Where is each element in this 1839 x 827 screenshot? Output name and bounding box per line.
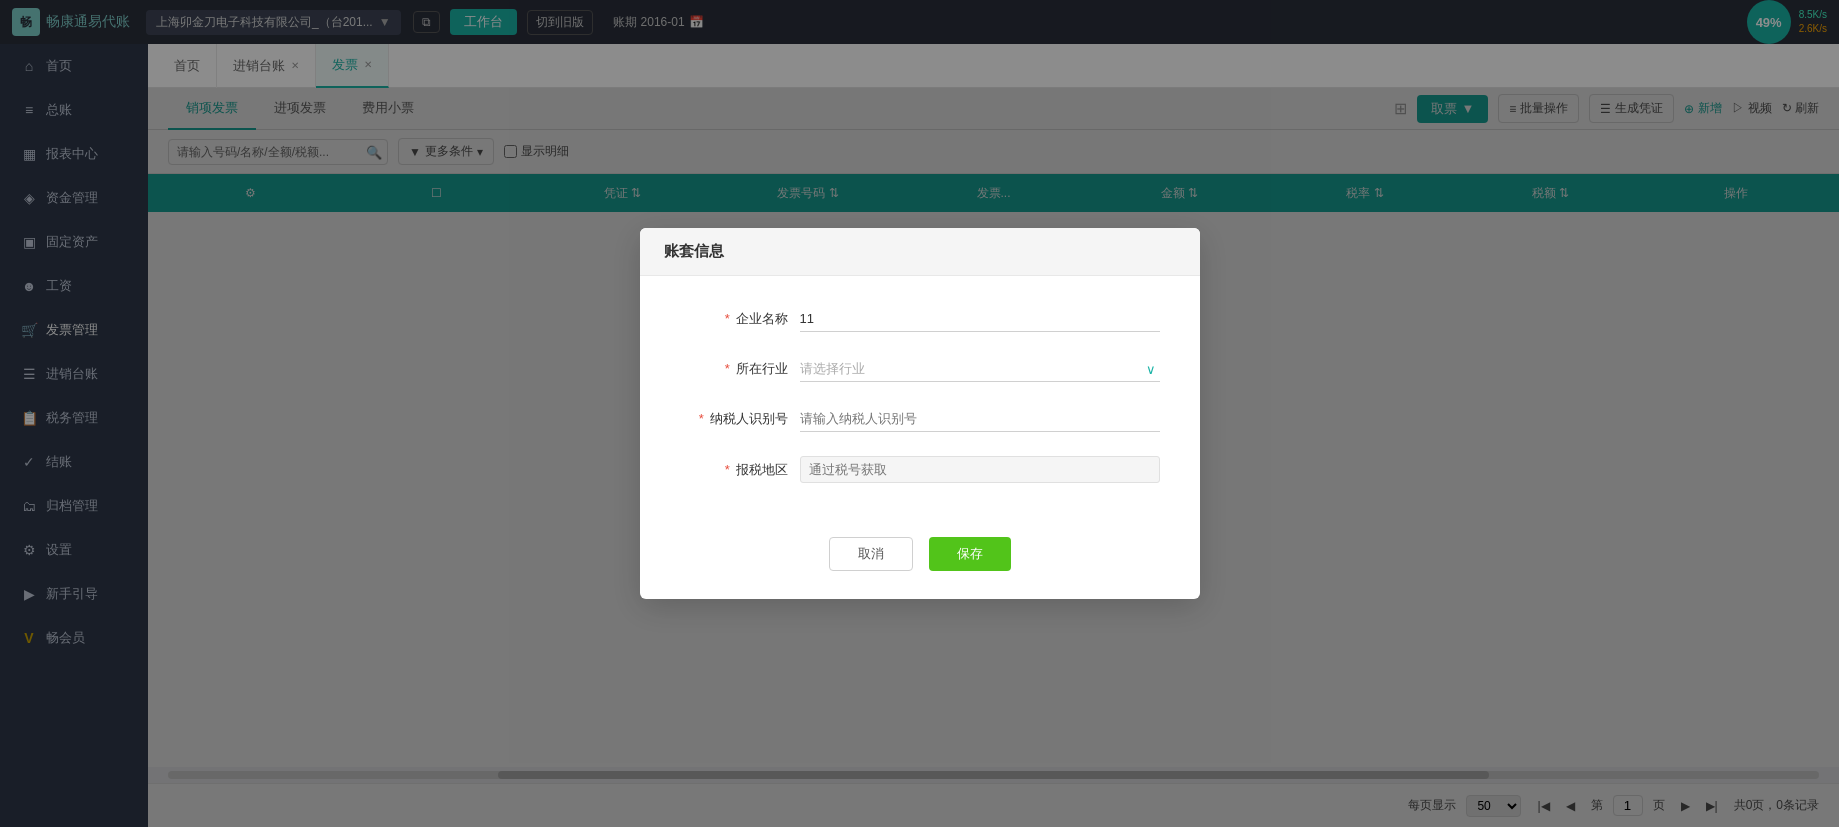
required-star-company: * [725, 311, 730, 326]
required-star-tax: * [699, 411, 704, 426]
modal-title: 账套信息 [664, 242, 724, 259]
form-row-industry: * 所在行业 请选择行业 ∨ [680, 356, 1160, 382]
industry-select[interactable]: 请选择行业 [800, 356, 1160, 382]
form-row-company: * 企业名称 [680, 306, 1160, 332]
label-industry-text: 所在行业 [736, 361, 788, 376]
modal-footer: 取消 保存 [640, 527, 1200, 599]
input-tax-id[interactable] [800, 406, 1160, 432]
input-company-name[interactable] [800, 306, 1160, 332]
label-company-text: 企业名称 [736, 311, 788, 326]
label-company: * 企业名称 [680, 310, 800, 328]
label-tax-id-text: 纳税人识别号 [710, 411, 788, 426]
label-tax-region: * 报税地区 [680, 461, 800, 479]
industry-select-wrap: 请选择行业 ∨ [800, 356, 1160, 382]
form-row-tax-region: * 报税地区 [680, 456, 1160, 483]
cancel-button[interactable]: 取消 [829, 537, 913, 571]
label-tax-region-text: 报税地区 [736, 462, 788, 477]
modal-body: * 企业名称 * 所在行业 请选择行业 ∨ [640, 276, 1200, 527]
save-button[interactable]: 保存 [929, 537, 1011, 571]
input-tax-region [800, 456, 1160, 483]
modal-box: 账套信息 * 企业名称 * 所在行业 请选择行业 [640, 228, 1200, 599]
modal-overlay: 账套信息 * 企业名称 * 所在行业 请选择行业 [0, 0, 1839, 827]
label-tax-id: * 纳税人识别号 [680, 410, 800, 428]
label-industry: * 所在行业 [680, 360, 800, 378]
modal-header: 账套信息 [640, 228, 1200, 276]
required-star-industry: * [725, 361, 730, 376]
form-row-tax-id: * 纳税人识别号 [680, 406, 1160, 432]
required-star-region: * [725, 462, 730, 477]
